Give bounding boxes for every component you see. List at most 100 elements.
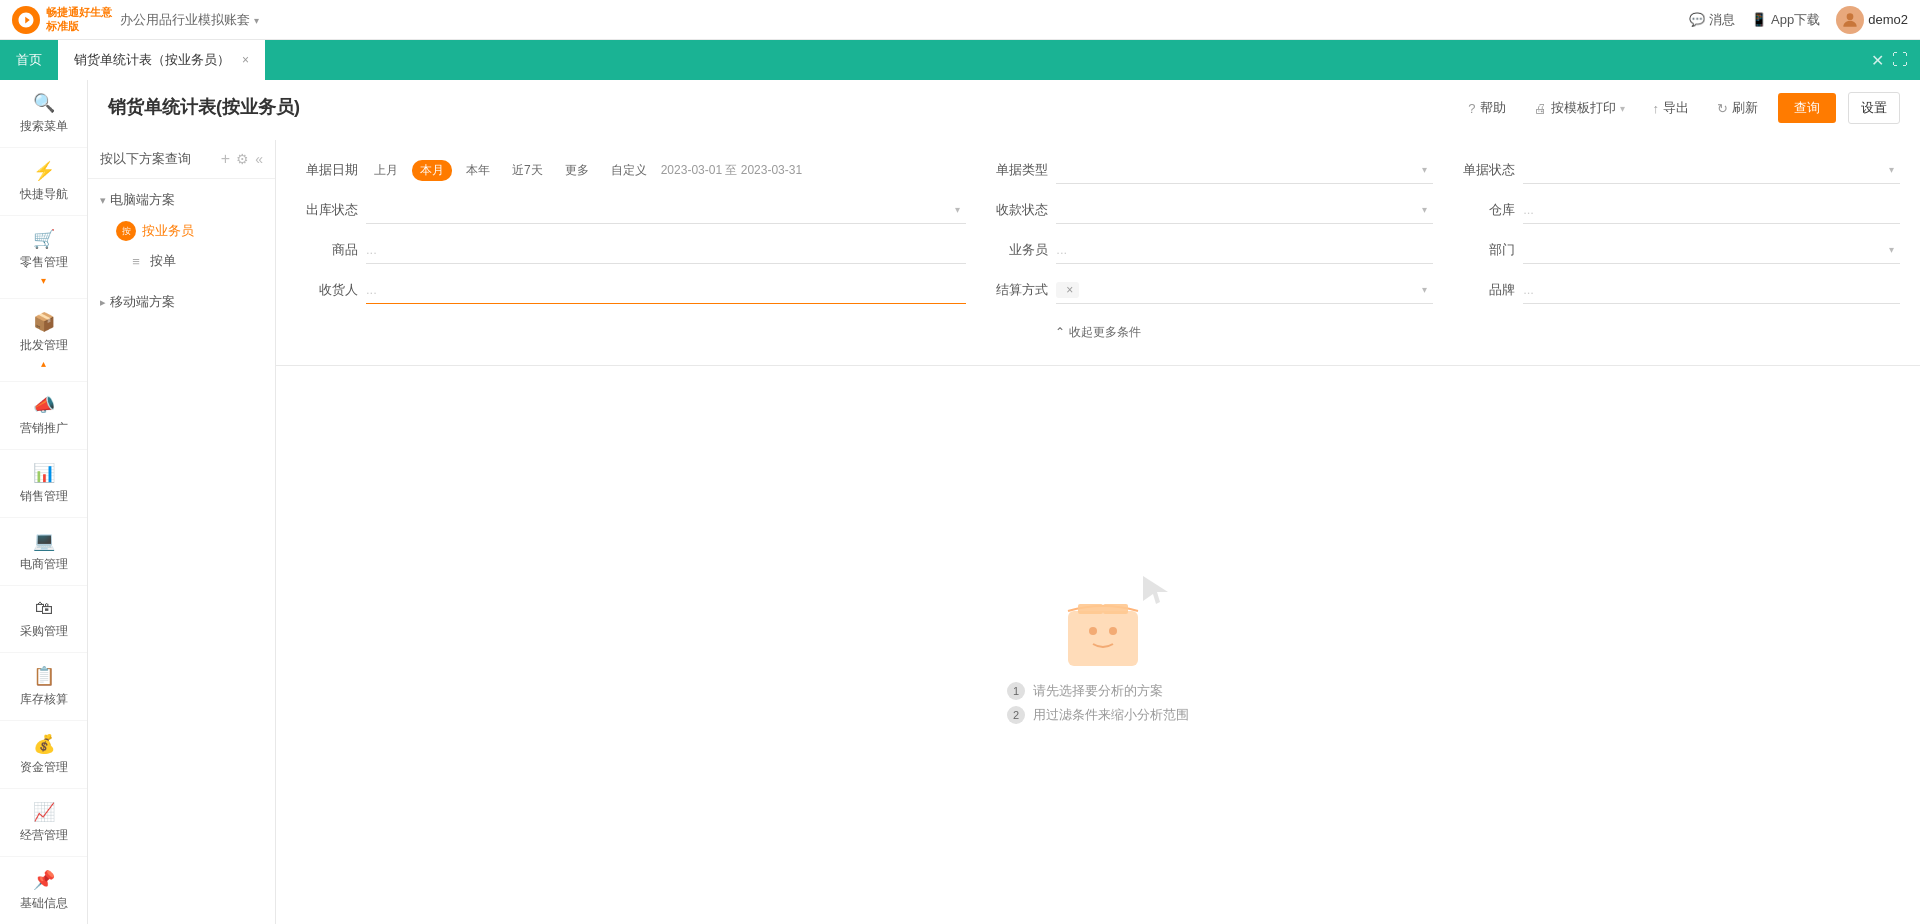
settings-scheme-icon[interactable]: ⚙ bbox=[236, 151, 249, 167]
date-btn-this-month[interactable]: 本月 bbox=[412, 160, 452, 181]
marketing-icon: 📣 bbox=[33, 394, 55, 416]
sidebar-item-sales[interactable]: 📊 销售管理 bbox=[0, 450, 87, 518]
tab-home[interactable]: 首页 bbox=[0, 40, 58, 80]
empty-svg bbox=[1038, 566, 1178, 676]
filter-control-pay-status[interactable]: ▾ bbox=[1056, 196, 1433, 224]
filter-row-3: 商品 ... 业务员 ... bbox=[296, 236, 1900, 264]
scheme-item-by-order[interactable]: ≡ 按单 bbox=[88, 247, 275, 275]
filter-control-doc-type[interactable]: ▾ bbox=[1056, 156, 1433, 184]
sidebar-item-basic[interactable]: 📌 基础信息 bbox=[0, 857, 87, 924]
export-icon: ↑ bbox=[1653, 101, 1660, 116]
avatar bbox=[1836, 6, 1864, 34]
tip-num-1: 1 bbox=[1007, 682, 1025, 700]
pay-status-dropdown-icon: ▾ bbox=[1422, 204, 1427, 215]
tab-close-icon[interactable]: × bbox=[242, 53, 249, 67]
scheme-order-label: 按单 bbox=[150, 252, 176, 270]
page-header: 销货单统计表(按业务员) ? 帮助 🖨 按模板打印 ▾ ↑ bbox=[88, 80, 1920, 140]
scheme-item-by-salesperson[interactable]: 按 按业务员 bbox=[88, 215, 275, 247]
message-icon: 💬 bbox=[1689, 12, 1705, 27]
logo-text: 畅捷通好生意标准版 bbox=[46, 6, 112, 32]
date-range-text: 2023-03-01 至 2023-03-31 bbox=[661, 162, 802, 179]
settle-method-tag: × bbox=[1056, 282, 1079, 298]
date-btn-7days[interactable]: 近7天 bbox=[504, 160, 551, 181]
tab-home-label: 首页 bbox=[16, 51, 42, 69]
dropdown-caret-icon: ▾ bbox=[254, 15, 259, 26]
date-filter-buttons: 上月 本月 本年 近7天 更多 自定义 bbox=[366, 160, 655, 181]
filter-item-ship-status: 出库状态 ▾ bbox=[296, 196, 966, 224]
content-body: 按以下方案查询 + ⚙ « ▾ 电脑端方案 bbox=[88, 140, 1920, 924]
sidebar-item-retail[interactable]: 🛒 零售管理 ▾ bbox=[0, 216, 87, 299]
filter-control-warehouse[interactable]: ... bbox=[1523, 196, 1900, 224]
sidebar-item-retail-label: 零售管理 bbox=[20, 254, 68, 271]
help-button[interactable]: ? 帮助 bbox=[1460, 95, 1513, 121]
scheme-group-mobile-title[interactable]: ▸ 移动端方案 bbox=[88, 287, 275, 317]
filter-item-warehouse: 仓库 ... bbox=[1453, 196, 1900, 224]
filter-control-consignee[interactable]: ... bbox=[366, 276, 966, 304]
filter-label-doc-type: 单据类型 bbox=[986, 161, 1056, 179]
filter-row-2: 出库状态 ▾ 收款状态 ▾ bbox=[296, 196, 1900, 224]
empty-tips: 1 请先选择要分析的方案 2 用过滤条件来缩小分析范围 bbox=[1007, 682, 1189, 724]
filter-control-settle-method[interactable]: × ▾ bbox=[1056, 276, 1433, 304]
sidebar-item-marketing-label: 营销推广 bbox=[20, 420, 68, 437]
filter-control-dept[interactable]: ▾ bbox=[1523, 236, 1900, 264]
filter-control-ship-status[interactable]: ▾ bbox=[366, 196, 966, 224]
svg-rect-2 bbox=[1078, 604, 1103, 614]
sidebar-item-operation[interactable]: 📈 经营管理 bbox=[0, 789, 87, 857]
print-button[interactable]: 🖨 按模板打印 ▾ bbox=[1526, 95, 1633, 121]
top-bar-dropdown[interactable]: 办公用品行业模拟账套 ▾ bbox=[120, 11, 259, 29]
dept-dropdown-icon: ▾ bbox=[1889, 244, 1894, 255]
ship-status-dropdown-icon: ▾ bbox=[955, 204, 960, 215]
sidebar-item-ecom[interactable]: 💻 电商管理 bbox=[0, 518, 87, 586]
filter-control-goods[interactable]: ... bbox=[366, 236, 966, 264]
settle-method-dropdown-icon: ▾ bbox=[1422, 284, 1427, 295]
close-window-icon[interactable]: ✕ bbox=[1871, 51, 1884, 70]
app-download-button[interactable]: 📱 App下载 bbox=[1751, 11, 1820, 29]
maximize-icon[interactable]: ⛶ bbox=[1892, 51, 1908, 69]
tab-sales-stat-label: 销货单统计表（按业务员） bbox=[74, 51, 230, 69]
sidebar-item-marketing[interactable]: 📣 营销推广 bbox=[0, 382, 87, 450]
sidebar-item-finance[interactable]: 💰 资金管理 bbox=[0, 721, 87, 789]
date-btn-last-month[interactable]: 上月 bbox=[366, 160, 406, 181]
scheme-group-desktop-title[interactable]: ▾ 电脑端方案 bbox=[88, 185, 275, 215]
filter-control-brand[interactable]: ... bbox=[1523, 276, 1900, 304]
message-button[interactable]: 💬 消息 bbox=[1689, 11, 1735, 29]
empty-tip-1: 1 请先选择要分析的方案 bbox=[1007, 682, 1189, 700]
user-area[interactable]: demo2 bbox=[1836, 6, 1908, 34]
desktop-group-label: 电脑端方案 bbox=[110, 191, 175, 209]
sidebar-item-inventory[interactable]: 📋 库存核算 bbox=[0, 653, 87, 721]
sidebar-item-wholesale[interactable]: 📦 批发管理 ▴ bbox=[0, 299, 87, 382]
filter-row-4: 收货人 ... 结算方式 × bbox=[296, 276, 1900, 304]
date-btn-more[interactable]: 更多 bbox=[557, 160, 597, 181]
query-button[interactable]: 查询 bbox=[1778, 93, 1836, 123]
scheme-group-desktop: ▾ 电脑端方案 按 按业务员 ≡ 按单 bbox=[88, 179, 275, 281]
collapse-more-button[interactable]: ⌃ 收起更多条件 bbox=[296, 316, 1900, 349]
settle-method-clear-icon[interactable]: × bbox=[1066, 283, 1073, 297]
goods-value: ... bbox=[366, 242, 377, 257]
filter-item-consignee: 收货人 ... bbox=[296, 276, 966, 304]
left-panel-actions: + ⚙ « bbox=[221, 150, 263, 168]
filter-control-doc-status[interactable]: ▾ bbox=[1523, 156, 1900, 184]
collapse-panel-icon[interactable]: « bbox=[255, 151, 263, 167]
quick-nav-icon: ⚡ bbox=[33, 160, 55, 182]
sidebar-item-quick-nav[interactable]: ⚡ 快捷导航 bbox=[0, 148, 87, 216]
scheme-salesperson-label: 按业务员 bbox=[142, 222, 194, 240]
sidebar-item-search[interactable]: 🔍 搜索菜单 bbox=[0, 80, 87, 148]
tab-sales-stat[interactable]: 销货单统计表（按业务员） × bbox=[58, 40, 265, 80]
top-bar-left: 畅捷通好生意标准版 办公用品行业模拟账套 ▾ bbox=[12, 6, 259, 34]
date-filter-controls: 上月 本月 本年 近7天 更多 自定义 2023-03-01 至 2023-03… bbox=[366, 160, 966, 181]
tip-num-2: 2 bbox=[1007, 706, 1025, 724]
date-btn-custom[interactable]: 自定义 bbox=[603, 160, 655, 181]
settings-button[interactable]: 设置 bbox=[1848, 92, 1900, 124]
sales-icon: 📊 bbox=[33, 462, 55, 484]
export-button[interactable]: ↑ 导出 bbox=[1645, 95, 1698, 121]
empty-state-illustration bbox=[1038, 566, 1158, 666]
date-btn-this-year[interactable]: 本年 bbox=[458, 160, 498, 181]
empty-tip-2-text: 用过滤条件来缩小分析范围 bbox=[1033, 706, 1189, 724]
sidebar-item-ecom-label: 电商管理 bbox=[20, 556, 68, 573]
filter-item-doc-status: 单据状态 ▾ bbox=[1453, 156, 1900, 184]
refresh-button[interactable]: ↻ 刷新 bbox=[1709, 95, 1766, 121]
filter-control-salesperson[interactable]: ... bbox=[1056, 236, 1433, 264]
sidebar-item-purchase[interactable]: 🛍 采购管理 bbox=[0, 586, 87, 653]
scheme-group-mobile: ▸ 移动端方案 bbox=[88, 281, 275, 323]
add-scheme-icon[interactable]: + bbox=[221, 150, 230, 168]
